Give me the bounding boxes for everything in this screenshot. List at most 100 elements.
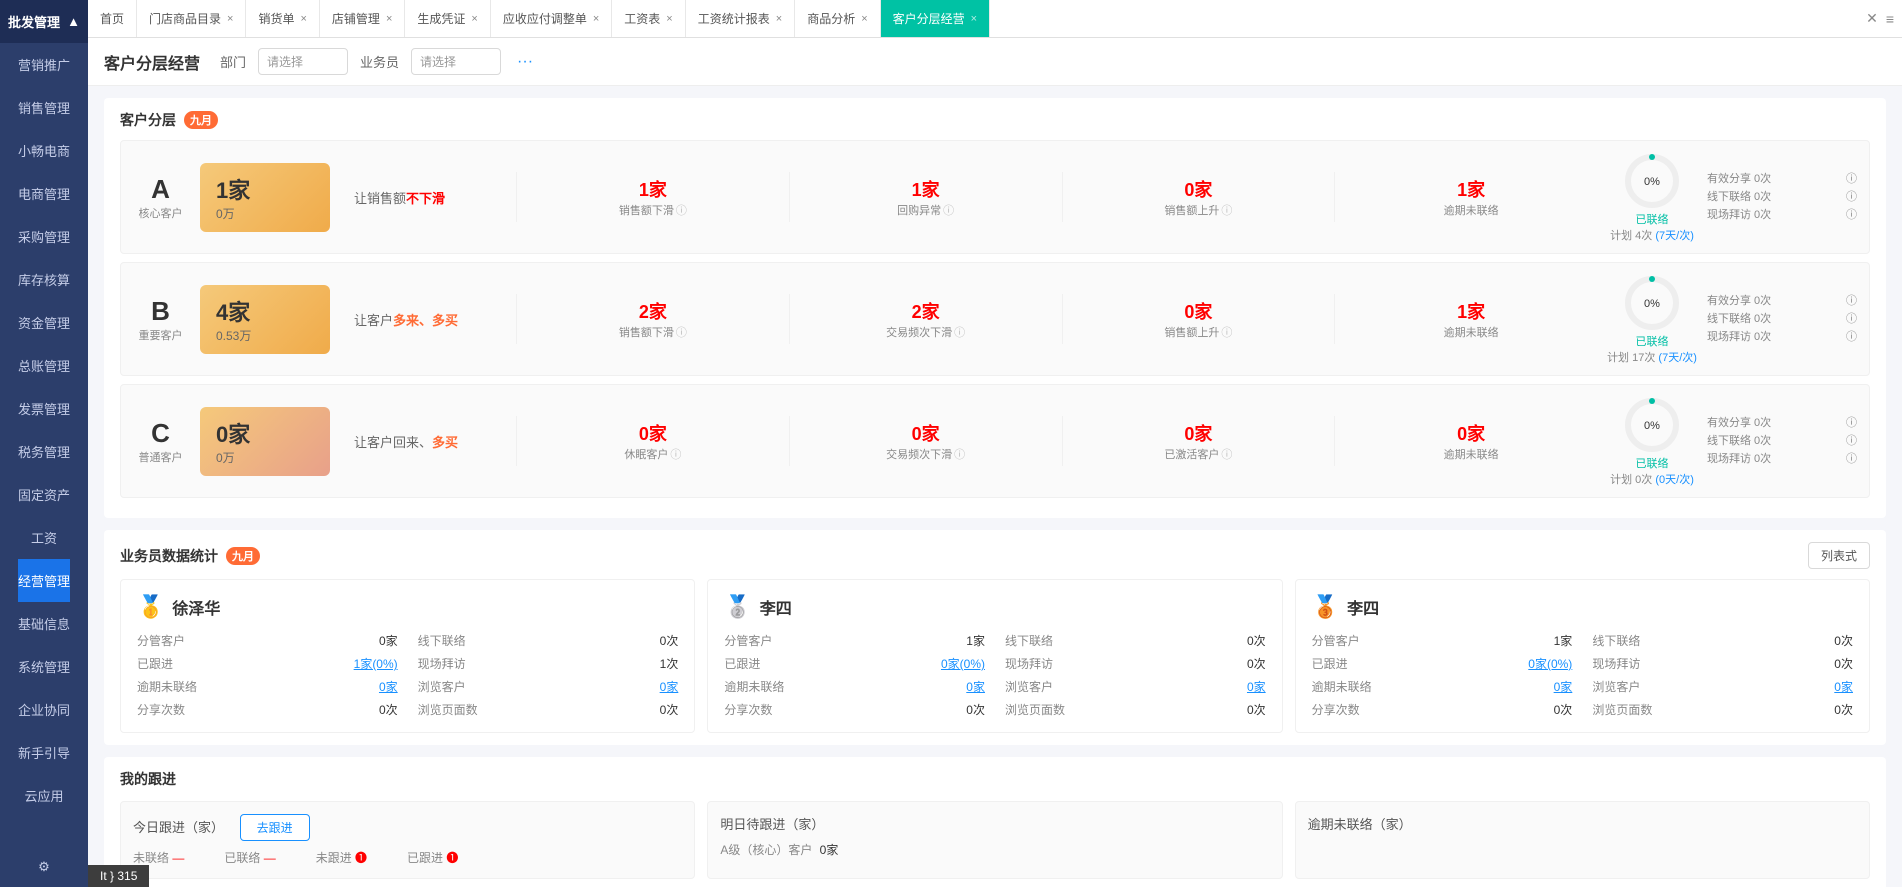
- sidebar-item-basic-info[interactable]: 基础信息: [18, 602, 70, 645]
- tab-action-close[interactable]: ✕: [1866, 10, 1878, 27]
- sidebar-header-label: 批发管理: [8, 12, 60, 31]
- biz-row-val: 0次: [660, 632, 679, 649]
- right-stat-row: 线下联络 0次 ⓘ: [1707, 188, 1857, 204]
- circle-plan-link[interactable]: (0天/次): [1655, 474, 1694, 486]
- info-icon-right[interactable]: ⓘ: [1846, 450, 1857, 466]
- sidebar-item-marketing[interactable]: 营销推广: [18, 43, 70, 86]
- biz-row-val[interactable]: 0家: [966, 678, 985, 695]
- tier-count-box-b[interactable]: 4家0.53万: [200, 285, 330, 354]
- tab-close-ar-adjust[interactable]: ×: [593, 13, 599, 25]
- sidebar-item-ecommerce-small[interactable]: 小畅电商: [18, 129, 70, 172]
- tab-close-voucher[interactable]: ×: [471, 13, 477, 25]
- sidebar-item-inventory[interactable]: 库存核算: [18, 258, 70, 301]
- tab-sales-order[interactable]: 销货单×: [246, 0, 319, 38]
- circle-plan: 计划 0次 (0天/次): [1610, 471, 1694, 487]
- agent-name-2: 李四: [1347, 595, 1379, 619]
- tab-payroll-stat[interactable]: 工资统计报表×: [686, 0, 795, 38]
- sidebar-item-purchase[interactable]: 采购管理: [18, 215, 70, 258]
- info-icon-right[interactable]: ⓘ: [1846, 414, 1857, 430]
- agent-select[interactable]: 请选择: [411, 48, 501, 75]
- tier-count-box-a[interactable]: 1家0万: [200, 163, 330, 232]
- info-icon-right[interactable]: ⓘ: [1846, 206, 1857, 222]
- biz-card-header-2: 🥉李四: [1312, 594, 1853, 620]
- info-icon[interactable]: ⓘ: [676, 202, 687, 218]
- info-icon[interactable]: ⓘ: [676, 324, 687, 340]
- sidebar-item-finance[interactable]: 资金管理: [18, 301, 70, 344]
- biz-row: 分管客户0家: [137, 632, 398, 649]
- metric-item-1: 0家 交易频次下滑 ⓘ: [789, 416, 1062, 466]
- sidebar-item-collab[interactable]: 企业协同: [18, 688, 70, 731]
- biz-row-val[interactable]: 1家(0%): [354, 655, 398, 672]
- info-icon[interactable]: ⓘ: [1221, 324, 1232, 340]
- sidebar-item-tax[interactable]: 税务管理: [18, 430, 70, 473]
- info-icon[interactable]: ⓘ: [954, 324, 965, 340]
- tab-home[interactable]: 首页: [88, 0, 137, 38]
- tab-close-customer-tier[interactable]: ×: [971, 13, 977, 25]
- biz-row-val[interactable]: 0家(0%): [1528, 655, 1572, 672]
- tab-store-products[interactable]: 门店商品目录×: [137, 0, 246, 38]
- tier-suggest-a: 让销售额不下滑: [354, 188, 504, 207]
- biz-row: 浏览页面数0次: [1592, 701, 1853, 718]
- info-icon[interactable]: ⓘ: [670, 446, 681, 462]
- info-icon[interactable]: ⓘ: [954, 446, 965, 462]
- sidebar-item-system[interactable]: 系统管理: [18, 645, 70, 688]
- sidebar-item-hr[interactable]: 工资: [18, 516, 70, 559]
- info-icon-right[interactable]: ⓘ: [1846, 328, 1857, 344]
- sidebar-item-invoice[interactable]: 发票管理: [18, 387, 70, 430]
- sidebar-item-ecommerce[interactable]: 电商管理: [18, 172, 70, 215]
- sidebar-header[interactable]: 批发管理 ▲: [0, 0, 88, 43]
- tab-close-payroll[interactable]: ×: [666, 13, 672, 25]
- biz-row-val[interactable]: 0家: [1834, 678, 1853, 695]
- tab-ar-adjust[interactable]: 应收应付调整单×: [491, 0, 612, 38]
- tab-action-more[interactable]: ≡: [1886, 11, 1894, 27]
- tab-close-sales-order[interactable]: ×: [300, 13, 306, 25]
- tier-count-box-c[interactable]: 0家0万: [200, 407, 330, 476]
- info-icon-right[interactable]: ⓘ: [1846, 310, 1857, 326]
- info-icon-right[interactable]: ⓘ: [1846, 432, 1857, 448]
- right-stat-row: 有效分享 0次 ⓘ: [1707, 170, 1857, 186]
- sidebar-item-cloud[interactable]: 云应用: [18, 774, 70, 817]
- biz-row-val[interactable]: 0家: [1247, 678, 1266, 695]
- circle-plan-link[interactable]: (7天/次): [1655, 230, 1694, 242]
- tab-close-product-analysis[interactable]: ×: [861, 13, 867, 25]
- info-icon-right[interactable]: ⓘ: [1846, 170, 1857, 186]
- circle-progress-svg: 0%: [1622, 151, 1682, 211]
- tab-store-mgmt[interactable]: 店铺管理×: [320, 0, 405, 38]
- info-icon[interactable]: ⓘ: [1221, 446, 1232, 462]
- tab-close-payroll-stat[interactable]: ×: [776, 13, 782, 25]
- tab-customer-tier[interactable]: 客户分层经营×: [881, 0, 990, 38]
- gear-button[interactable]: ⚙: [0, 847, 88, 887]
- sidebar-collapse-icon[interactable]: ▲: [67, 14, 80, 29]
- biz-row-val[interactable]: 0家(0%): [941, 655, 985, 672]
- filter-more-icon[interactable]: ···: [517, 53, 533, 71]
- tab-voucher[interactable]: 生成凭证×: [405, 0, 490, 38]
- circle-plan-link[interactable]: (7天/次): [1658, 352, 1697, 364]
- sidebar-item-sales[interactable]: 销售管理: [18, 86, 70, 129]
- info-icon-right[interactable]: ⓘ: [1846, 188, 1857, 204]
- go-followup-button[interactable]: 去跟进: [240, 814, 310, 841]
- info-icon-right[interactable]: ⓘ: [1846, 292, 1857, 308]
- info-icon[interactable]: ⓘ: [943, 202, 954, 218]
- list-view-button[interactable]: 列表式: [1808, 542, 1870, 569]
- biz-row: 浏览客户0家: [1005, 678, 1266, 695]
- sidebar-item-business-mgmt[interactable]: 经营管理: [18, 559, 70, 602]
- right-stat-label: 现场拜访 0次: [1707, 206, 1771, 222]
- sidebar-item-general[interactable]: 总账管理: [18, 344, 70, 387]
- metric-num: 0家: [1071, 420, 1327, 446]
- sidebar-item-guide[interactable]: 新手引导: [18, 731, 70, 774]
- tab-close-store-products[interactable]: ×: [227, 13, 233, 25]
- biz-row-val[interactable]: 0家: [660, 678, 679, 695]
- dept-select[interactable]: 请选择: [258, 48, 348, 75]
- tab-close-store-mgmt[interactable]: ×: [386, 13, 392, 25]
- tier-label-b: B重要客户: [133, 296, 188, 343]
- circle-text: 0%: [1644, 420, 1660, 432]
- biz-row-val[interactable]: 0家: [379, 678, 398, 695]
- biz-row-val[interactable]: 0家: [1554, 678, 1573, 695]
- sidebar-item-fixed-assets[interactable]: 固定资产: [18, 473, 70, 516]
- tab-payroll[interactable]: 工资表×: [612, 0, 685, 38]
- biz-row-label: 分管客户: [724, 632, 772, 649]
- biz-stats-month: 九月: [226, 547, 260, 565]
- tier-right-stats-a: 有效分享 0次 ⓘ 线下联络 0次 ⓘ 现场拜访 0次 ⓘ: [1697, 170, 1857, 224]
- tab-product-analysis[interactable]: 商品分析×: [795, 0, 880, 38]
- info-icon[interactable]: ⓘ: [1221, 202, 1232, 218]
